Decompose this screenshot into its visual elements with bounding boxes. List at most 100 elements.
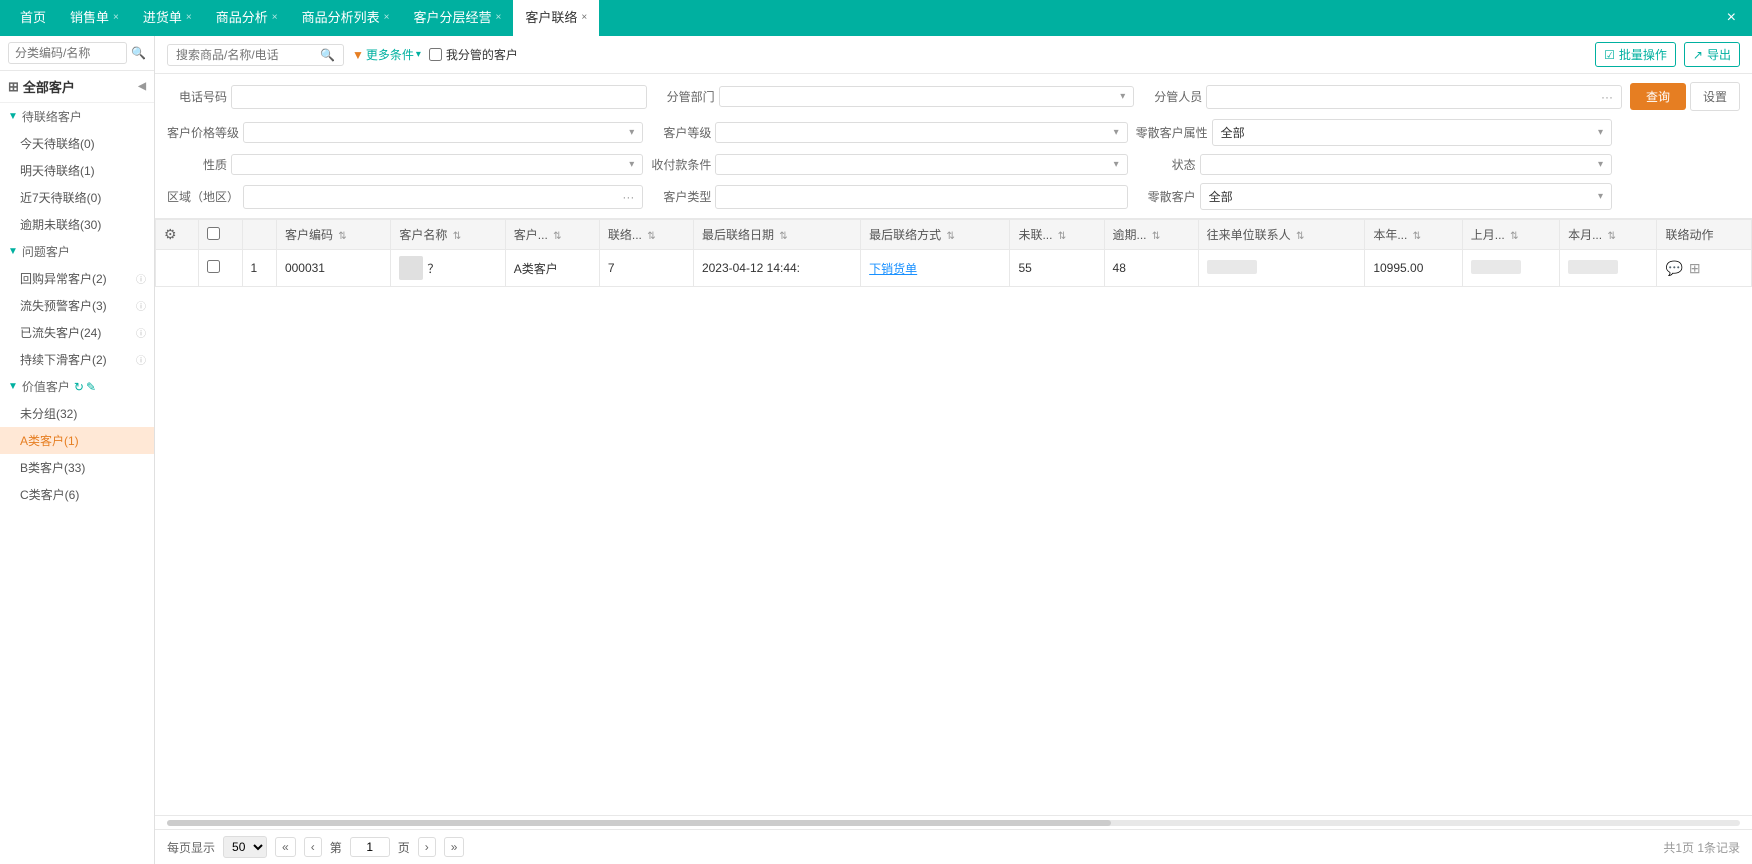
gear-button[interactable]: ⚙ [164, 226, 177, 243]
nav-tab-sales[interactable]: 销售单 × [58, 0, 131, 36]
region-input[interactable]: ··· [243, 185, 643, 209]
th-last-month[interactable]: 上月... ⇅ [1462, 220, 1559, 250]
nav-tab-product-list[interactable]: 商品分析列表 × [290, 0, 402, 36]
prev-page-btn[interactable]: ‹ [304, 837, 322, 857]
nav-tab-customer-contact[interactable]: 客户联络 × [513, 0, 599, 36]
th-customer-type[interactable]: 客户... ⇅ [505, 220, 599, 250]
settings-button[interactable]: 设置 [1690, 82, 1740, 111]
last-contact-link[interactable]: 下销货单 [869, 262, 917, 276]
th-no-contact[interactable]: 未联... ⇅ [1010, 220, 1104, 250]
td-this-month [1560, 250, 1657, 287]
retail-customer-select[interactable]: 全部 ▾ [1200, 183, 1612, 210]
nav-tab-product-analysis[interactable]: 商品分析 × [204, 0, 290, 36]
filter-search-icon[interactable]: 🔍 [320, 48, 335, 62]
close-tab-product-analysis[interactable]: × [272, 0, 278, 36]
th-company-contacts[interactable]: 往来单位联系人 ⇅ [1198, 220, 1365, 250]
close-tab-sales[interactable]: × [113, 0, 119, 36]
customer-level-label: 客户等级 [651, 124, 711, 141]
status-label: 状态 [1136, 156, 1196, 173]
page-size-select[interactable]: 50 [223, 836, 267, 858]
close-tab-product-list[interactable]: × [384, 0, 390, 36]
th-this-month[interactable]: 本月... ⇅ [1560, 220, 1657, 250]
th-this-year[interactable]: 本年... ⇅ [1365, 220, 1462, 250]
th-customer-code[interactable]: 客户编码 ⇅ [276, 220, 390, 250]
customer-type-input[interactable] [715, 185, 1127, 209]
sidebar-item-today-contact[interactable]: 今天待联络(0) [0, 130, 154, 157]
sidebar-item-churn-warning[interactable]: 流失预警客户(3) ⓘ [0, 292, 154, 319]
payment-label: 收付款条件 [651, 156, 711, 173]
message-icon[interactable]: 💬 [1665, 260, 1682, 277]
td-contact-action: 💬 ⊞ [1657, 250, 1752, 287]
filter-row-3: 性质 ▾ 收付款条件 ▾ 状态 [167, 154, 1740, 175]
th-customer-name[interactable]: 客户名称 ⇅ [391, 220, 505, 250]
edit-icon[interactable]: ✎ [86, 380, 96, 394]
th-last-contact-method[interactable]: 最后联络方式 ⇅ [861, 220, 1010, 250]
sort-icon-method: ⇅ [947, 231, 955, 242]
sidebar-item-ungrouped[interactable]: 未分组(32) [0, 400, 154, 427]
batch-icon: ☑ [1604, 48, 1615, 62]
sidebar-item-churned[interactable]: 已流失客户(24) ⓘ [0, 319, 154, 346]
sidebar-item-a-class[interactable]: A类客户(1) [0, 427, 154, 454]
sidebar-item-declining[interactable]: 持续下滑客户(2) ⓘ [0, 346, 154, 373]
qr-icon[interactable]: ⊞ [1689, 260, 1701, 277]
batch-operation-btn[interactable]: ☑ 批量操作 [1595, 42, 1676, 67]
phone-label: 电话号码 [167, 88, 227, 105]
td-company-contacts [1198, 250, 1365, 287]
sidebar-value-customers-group[interactable]: ▼ 价值客户 ↻ ✎ [0, 373, 154, 400]
refresh-icon[interactable]: ↻ [74, 380, 84, 394]
nav-tab-customer-segment[interactable]: 客户分层经营 × [401, 0, 513, 36]
export-icon: ↗ [1693, 48, 1703, 62]
nature-select[interactable]: ▾ [231, 154, 643, 175]
name-avatar [399, 256, 423, 280]
horizontal-scrollbar[interactable] [155, 815, 1752, 829]
manager-dots-icon[interactable]: ··· [1601, 90, 1613, 104]
my-customers-checkbox[interactable] [429, 48, 442, 61]
nav-tab-purchase[interactable]: 进货单 × [131, 0, 204, 36]
th-overdue[interactable]: 逾期... ⇅ [1104, 220, 1198, 250]
sidebar-item-c-class[interactable]: C类客户(6) [0, 481, 154, 508]
filter-search-input[interactable] [176, 48, 316, 62]
sidebar-item-b-class[interactable]: B类客户(33) [0, 454, 154, 481]
main-layout: 🔍 ⊞ 全部客户 ◀ ▼ 待联络客户 今天待联络(0) 明天待联络(1) 近7天… [0, 36, 1752, 864]
sidebar-search-input[interactable] [8, 42, 127, 64]
nav-home[interactable]: 首页 [8, 0, 58, 36]
sidebar-item-repurchase-abnormal[interactable]: 回购异常客户(2) ⓘ [0, 265, 154, 292]
price-level-select[interactable]: ▾ [243, 122, 643, 143]
close-tab-customer-contact[interactable]: × [581, 0, 587, 36]
customer-level-select[interactable]: ▾ [715, 122, 1127, 143]
phone-input[interactable] [231, 85, 647, 109]
scroll-thumb[interactable] [167, 820, 1111, 826]
sidebar-problem-customers-group[interactable]: ▼ 问题客户 [0, 238, 154, 265]
window-close-button[interactable]: × [1719, 9, 1744, 27]
sidebar-pending-contact-group[interactable]: ▼ 待联络客户 [0, 103, 154, 130]
dept-select[interactable]: ▾ [719, 86, 1135, 107]
payment-select[interactable]: ▾ [715, 154, 1127, 175]
sidebar-item-overdue-contact[interactable]: 逾期未联络(30) [0, 211, 154, 238]
sidebar-collapse-icon[interactable]: ◀ [138, 81, 146, 92]
manager-input[interactable]: ··· [1206, 85, 1622, 109]
sidebar-item-7days-contact[interactable]: 近7天待联络(0) [0, 184, 154, 211]
retail-attr-select[interactable]: 全部 ▾ [1212, 119, 1612, 146]
sidebar-all-customers-header[interactable]: ⊞ 全部客户 ◀ [0, 71, 154, 103]
sidebar-search-icon[interactable]: 🔍 [131, 46, 146, 60]
more-conditions-btn[interactable]: ▼ 更多条件 ▾ [352, 46, 421, 63]
export-btn[interactable]: ↗ 导出 [1684, 42, 1740, 67]
td-this-year: 10995.00 [1365, 250, 1462, 287]
page-number-input[interactable] [350, 837, 390, 857]
advanced-filter: 电话号码 分管部门 ▾ 分管人员 ··· [155, 74, 1752, 219]
select-all-checkbox[interactable] [207, 227, 220, 240]
th-last-contact-date[interactable]: 最后联络日期 ⇅ [693, 220, 860, 250]
query-button[interactable]: 查询 [1630, 83, 1686, 110]
sidebar-item-tomorrow-contact[interactable]: 明天待联络(1) [0, 157, 154, 184]
first-page-btn[interactable]: « [275, 837, 296, 857]
next-page-btn[interactable]: › [418, 837, 436, 857]
th-contact[interactable]: 联络... ⇅ [599, 220, 693, 250]
table-row: 1 000031 ？ A类客户 7 2023-04-12 14:44: [156, 250, 1752, 287]
status-select[interactable]: ▾ [1200, 154, 1612, 175]
filter-customer-type: 客户类型 [651, 185, 1127, 209]
close-tab-customer-segment[interactable]: × [495, 0, 501, 36]
last-page-btn[interactable]: » [444, 837, 465, 857]
region-dots-icon[interactable]: ··· [622, 190, 634, 204]
close-tab-purchase[interactable]: × [186, 0, 192, 36]
row-checkbox[interactable] [207, 260, 220, 273]
